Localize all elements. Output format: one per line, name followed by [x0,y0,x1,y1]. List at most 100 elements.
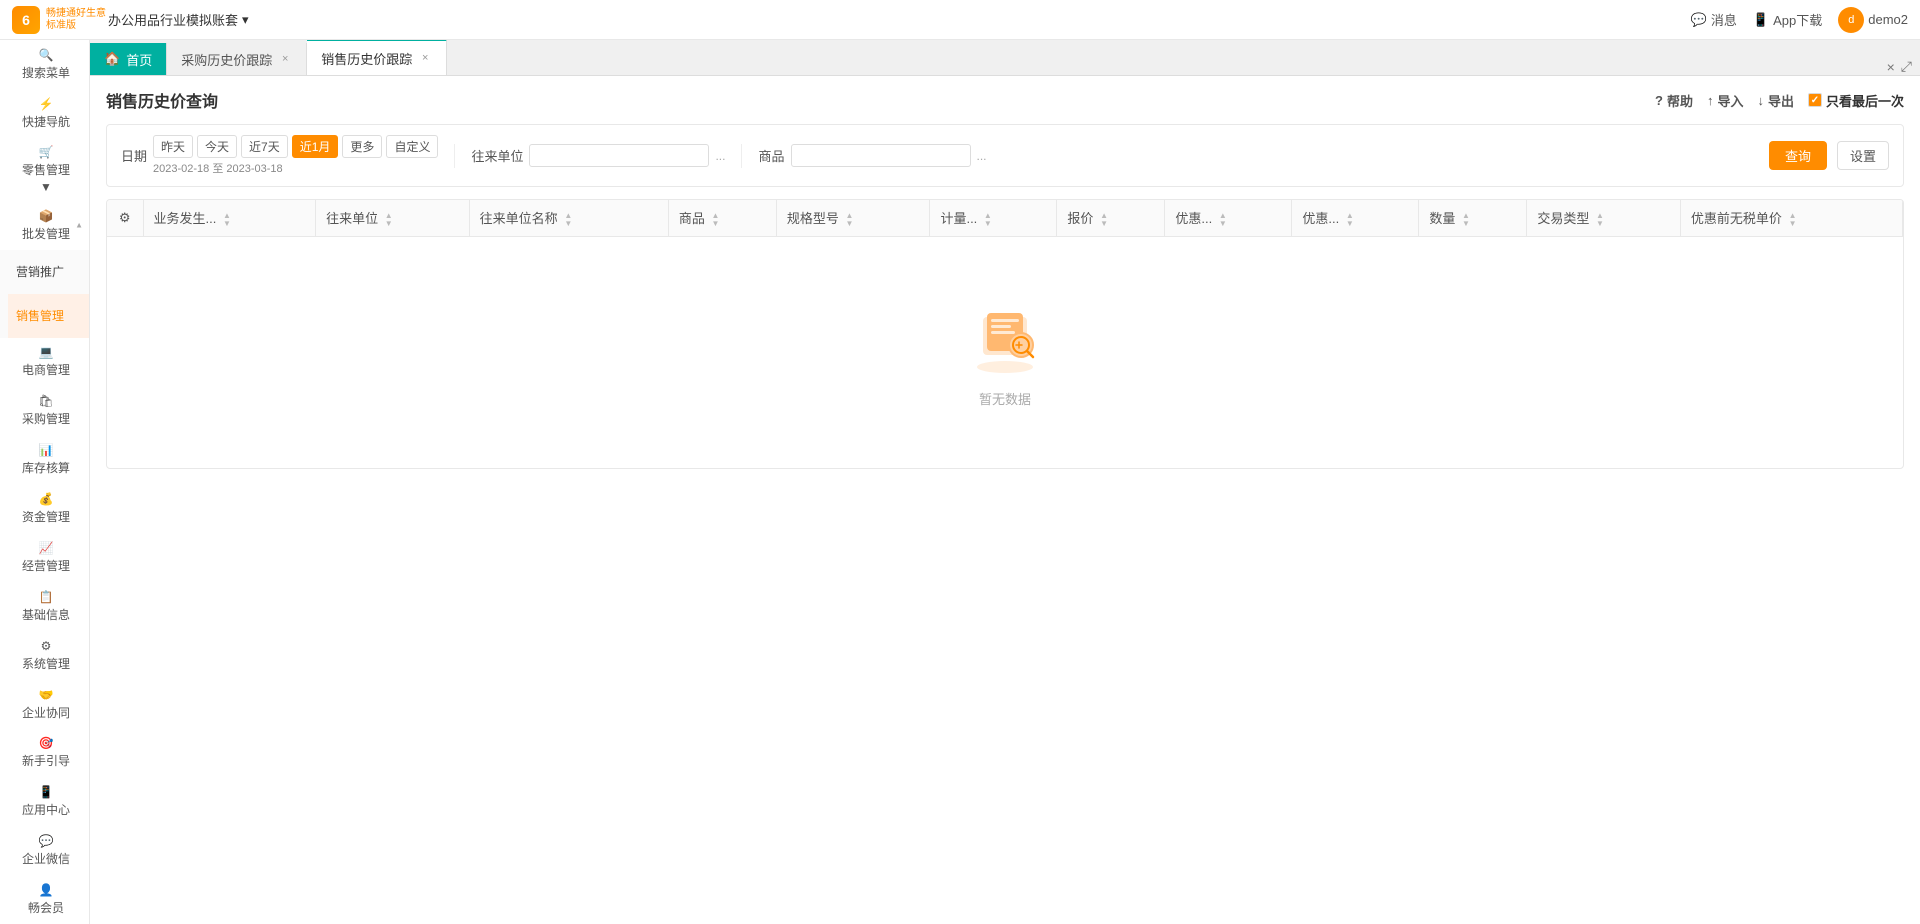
sort-arrows: ▲▼ [712,212,720,228]
page-title-actions: ? 帮助 ↑ 导入 ↓ 导出 ✓ 只看最后一次 [1655,91,1904,110]
sidebar-item-retail[interactable]: 🛒 零售管理 [0,138,89,201]
col-settings[interactable]: ⚙ [107,200,143,236]
sort-arrows: ▲▼ [1462,212,1470,228]
empty-text: 暂无数据 [979,389,1031,408]
retail-icon: 🛒 [39,145,54,159]
sidebar-item-ecommerce[interactable]: 💻 电商管理 [0,338,89,387]
col-business-date[interactable]: 业务发生... ▲▼ [143,200,316,236]
sidebar-item-purchase[interactable]: 🛍 采购管理 [0,386,89,435]
date-filter-group: 日期 昨天 今天 近7天 近1月 更多 自定义 2023-02-18 至 202… [121,135,438,176]
separator-2 [741,144,742,168]
filter-bar: 日期 昨天 今天 近7天 近1月 更多 自定义 2023-02-18 至 202… [106,124,1904,187]
date-buttons: 昨天 今天 近7天 近1月 更多 自定义 [153,135,438,158]
help-button[interactable]: ? 帮助 [1655,91,1693,110]
col-quantity[interactable]: 数量 ▲▼ [1419,200,1527,236]
sidebar-item-wechat[interactable]: 💬 企业微信 [0,826,89,875]
expand-button[interactable]: ⤢ [1901,58,1912,75]
message-button[interactable]: 💬 消息 [1691,10,1737,29]
tab-sales-history[interactable]: 销售历史价跟踪 × [307,40,447,75]
sidebar-item-marketing[interactable]: 营销推广 [8,250,89,294]
checkbox-icon: ✓ [1808,93,1822,107]
sidebar-item-quicknav[interactable]: ⚡ 快捷导航 [0,89,89,138]
sidebar-item-member[interactable]: 👤 畅会员 [0,875,89,924]
sidebar-item-inventory[interactable]: 📊 库存核算 [0,435,89,484]
counterpart-dots: ... [715,149,725,163]
home-icon: 🏠 [104,51,120,67]
user-menu[interactable]: d demo2 [1838,7,1908,33]
col-counterpart-name[interactable]: 往来单位名称 ▲▼ [469,200,668,236]
table-header-row: ⚙ 业务发生... ▲▼ 往来单位 ▲▼ 往来单位名称 [107,200,1903,236]
product-filter-group: 商品 ... [758,144,986,167]
basic-icon: 📋 [39,590,54,604]
col-no-tax-price[interactable]: 优惠前无税单价 ▲▼ [1680,200,1902,236]
date-btn-custom[interactable]: 自定义 [386,135,438,158]
inventory-icon: 📊 [39,443,54,457]
app-download-button[interactable]: 📱 App下载 [1753,10,1822,29]
col-spec[interactable]: 规格型号 ▲▼ [776,200,930,236]
sort-arrows: ▲▼ [1219,212,1227,228]
logo-text: 畅捷通好生意 标准版 [46,8,106,32]
col-quote-price[interactable]: 报价 ▲▼ [1057,200,1165,236]
message-icon: 💬 [1691,12,1707,28]
company-selector[interactable]: 办公用品行业模拟账套 ▾ [100,6,257,33]
wholesale-icon: 📦 [39,209,54,223]
sort-arrows: ▲▼ [223,212,231,228]
member-icon: 👤 [39,883,54,897]
sidebar-item-system[interactable]: ⚙ 系统管理 [0,631,89,680]
date-btn-more[interactable]: 更多 [342,135,382,158]
date-btn-today[interactable]: 今天 [197,135,237,158]
col-counterpart-code[interactable]: 往来单位 ▲▼ [316,200,470,236]
sidebar-item-sales[interactable]: 销售管理 [8,294,89,338]
sort-arrows: ▲▼ [1789,212,1797,228]
col-discount2[interactable]: 优惠... ▲▼ [1292,200,1419,236]
only-last-checkbox[interactable]: ✓ 只看最后一次 [1808,91,1904,110]
logo: 6 畅捷通好生意 标准版 [12,6,92,34]
chevron-down-icon: ▾ [242,12,249,28]
date-label: 日期 [121,146,147,165]
sidebar-item-finance[interactable]: 💰 资金管理 [0,484,89,533]
sidebar-item-wholesale[interactable]: 📦 批发管理 [0,201,89,250]
sort-arrows: ▲▼ [1100,212,1108,228]
settings-button[interactable]: 设置 [1837,141,1889,170]
enterprise-icon: 🤝 [39,688,54,702]
query-button[interactable]: 查询 [1769,141,1827,170]
operations-icon: 📈 [39,541,54,555]
sidebar-item-enterprise[interactable]: 🤝 企业协同 [0,680,89,729]
sidebar-item-search[interactable]: 🔍 搜索菜单 [0,40,89,89]
export-icon: ↓ [1757,93,1764,108]
top-bar: 6 畅捷通好生意 标准版 办公用品行业模拟账套 ▾ 💬 消息 📱 App下载 d… [0,0,1920,40]
empty-state: 暂无数据 [107,237,1903,468]
finance-icon: 💰 [39,492,54,506]
date-btn-7days[interactable]: 近7天 [241,135,288,158]
col-unit[interactable]: 计量... ▲▼ [930,200,1057,236]
wholesale-submenu: 营销推广 销售管理 [0,250,89,338]
import-button[interactable]: ↑ 导入 [1707,91,1744,110]
col-product[interactable]: 商品 ▲▼ [668,200,776,236]
tab-home[interactable]: 🏠 首页 [90,43,167,75]
date-btn-1month[interactable]: 近1月 [292,135,339,158]
close-all-tabs-button[interactable]: × [1887,59,1895,75]
date-btn-yesterday[interactable]: 昨天 [153,135,193,158]
product-input[interactable] [791,144,971,167]
date-range-display: 2023-02-18 至 2023-03-18 [153,160,438,176]
sidebar: 🔍 搜索菜单 ⚡ 快捷导航 🛒 零售管理 📦 批发管理 营销推广 销售管理 💻 … [0,40,90,924]
sidebar-item-newbie[interactable]: 🎯 新手引导 [0,729,89,778]
col-discount1[interactable]: 优惠... ▲▼ [1165,200,1292,236]
ecommerce-icon: 💻 [39,345,54,359]
sidebar-item-operations[interactable]: 📈 经营管理 [0,533,89,582]
page-content: 销售历史价查询 ? 帮助 ↑ 导入 ↓ 导出 ✓ [90,76,1920,924]
page-title-row: 销售历史价查询 ? 帮助 ↑ 导入 ↓ 导出 ✓ [106,88,1904,112]
sidebar-item-basic[interactable]: 📋 基础信息 [0,582,89,631]
tab-purchase-history[interactable]: 采购历史价跟踪 × [167,43,307,75]
tab-close-sales[interactable]: × [418,51,432,65]
export-button[interactable]: ↓ 导出 [1757,91,1794,110]
top-bar-right: 💬 消息 📱 App下载 d demo2 [1691,7,1908,33]
logo-icon: 6 [12,6,40,34]
counterpart-input[interactable] [529,144,709,167]
sidebar-item-apps[interactable]: 📱 应用中心 [0,777,89,826]
system-icon: ⚙ [41,639,52,653]
empty-icon [965,297,1045,377]
sort-arrows: ▲▼ [984,212,992,228]
col-trade-type[interactable]: 交易类型 ▲▼ [1527,200,1681,236]
tab-close-purchase[interactable]: × [278,52,292,66]
